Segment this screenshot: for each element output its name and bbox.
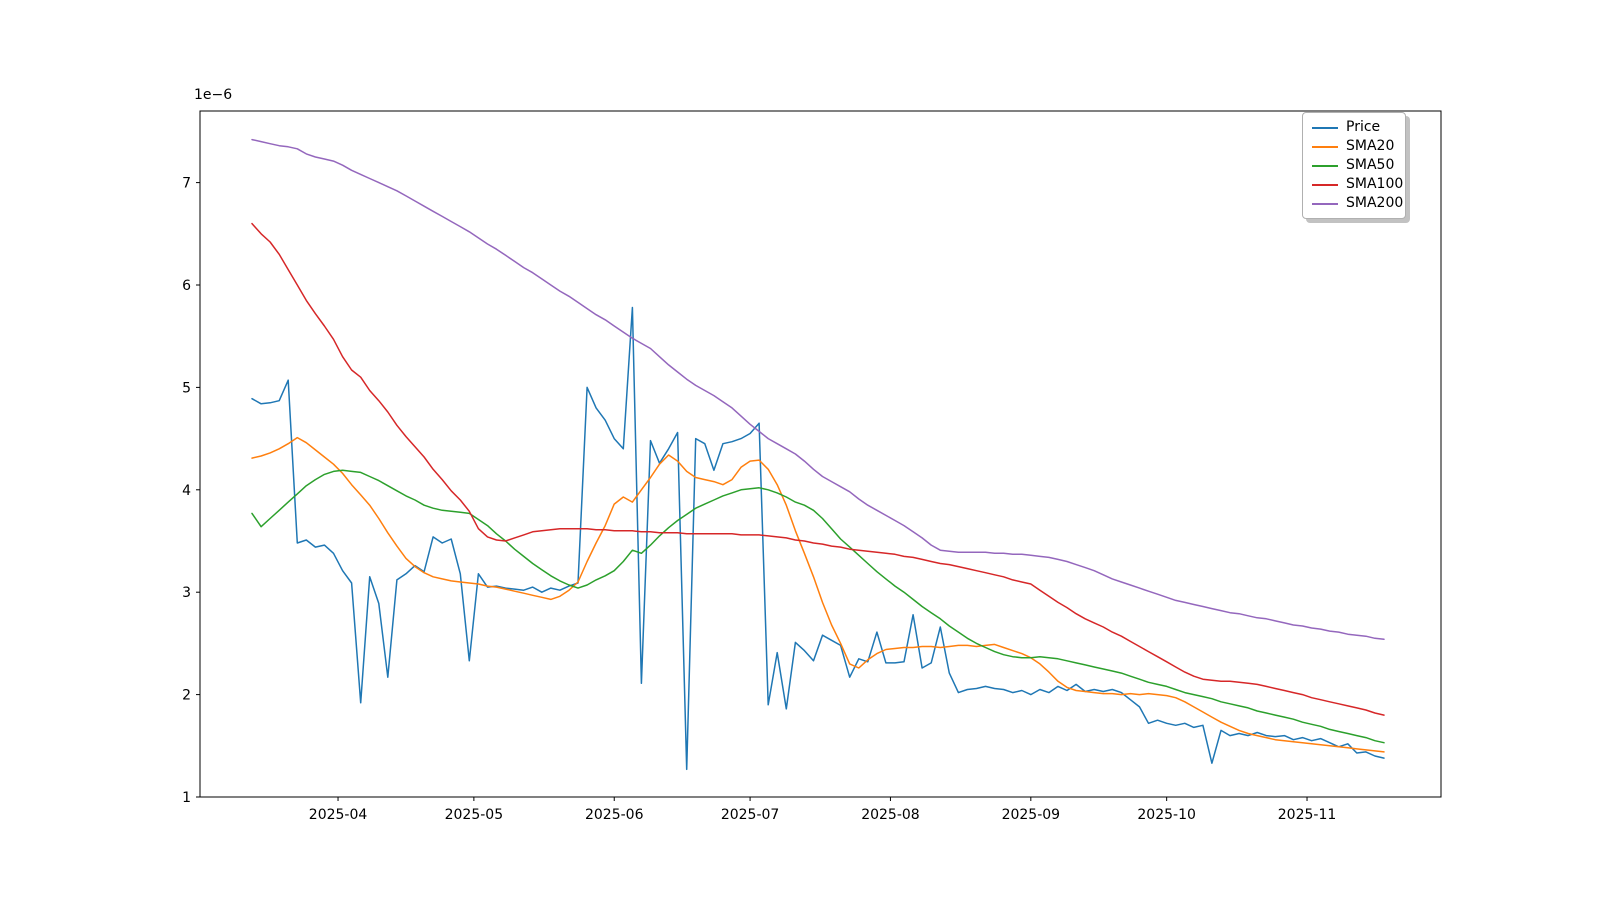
sma200-legend-swatch-icon [1312,202,1338,205]
x-tick-label: 2025-06 [585,807,644,823]
x-tick-label: 2025-05 [445,807,504,823]
y-tick-label: 7 [182,176,191,192]
y-axis-offset-label: 1e−6 [194,87,232,103]
legend-item-sma20: SMA20 [1312,137,1397,156]
sma20-line [251,436,1385,753]
legend-label: SMA200 [1346,195,1404,211]
y-tick-label: 4 [182,483,191,499]
sma200-line [251,138,1385,641]
x-tick-label: 2025-09 [1002,807,1061,823]
sma50-legend-swatch-icon [1312,164,1338,167]
axes-frame [199,110,1442,798]
legend-label: SMA20 [1346,138,1395,154]
legend-label: Price [1346,119,1381,135]
tick-labels: 2025-04 2025-05 2025-06 2025-07 2025-08 2025-… [182,176,1336,823]
y-tick-label: 5 [182,380,191,396]
x-tick-label: 2025-04 [309,807,368,823]
legend: Price SMA20 SMA50 SMA100 SMA200 [1302,112,1406,219]
sma100-line [251,222,1385,716]
y-tick-label: 3 [182,585,191,601]
sma100-legend-swatch-icon [1312,183,1338,186]
plot-lines [251,138,1385,771]
legend-item-sma200: SMA200 [1312,194,1403,213]
x-tick-label: 2025-07 [721,807,780,823]
y-tick-label: 2 [182,688,191,704]
x-tick-label: 2025-10 [1137,807,1196,823]
y-tick-label: 1 [182,790,191,806]
legend-label: SMA50 [1346,157,1395,173]
y-tick-label: 6 [182,278,191,294]
legend-item-price: Price [1312,118,1397,137]
legend-item-sma50: SMA50 [1312,156,1397,175]
legend-label: SMA100 [1346,176,1404,192]
axes [199,110,1442,798]
x-tick-label: 2025-08 [861,807,920,823]
sma20-legend-swatch-icon [1312,145,1338,148]
price-legend-swatch-icon [1312,126,1338,129]
x-tick-label: 2025-11 [1278,807,1337,823]
figure: 2025-04 2025-05 2025-06 2025-07 2025-08 2025-… [0,0,1600,900]
legend-item-sma100: SMA100 [1312,175,1403,194]
sma50-line [251,469,1385,744]
